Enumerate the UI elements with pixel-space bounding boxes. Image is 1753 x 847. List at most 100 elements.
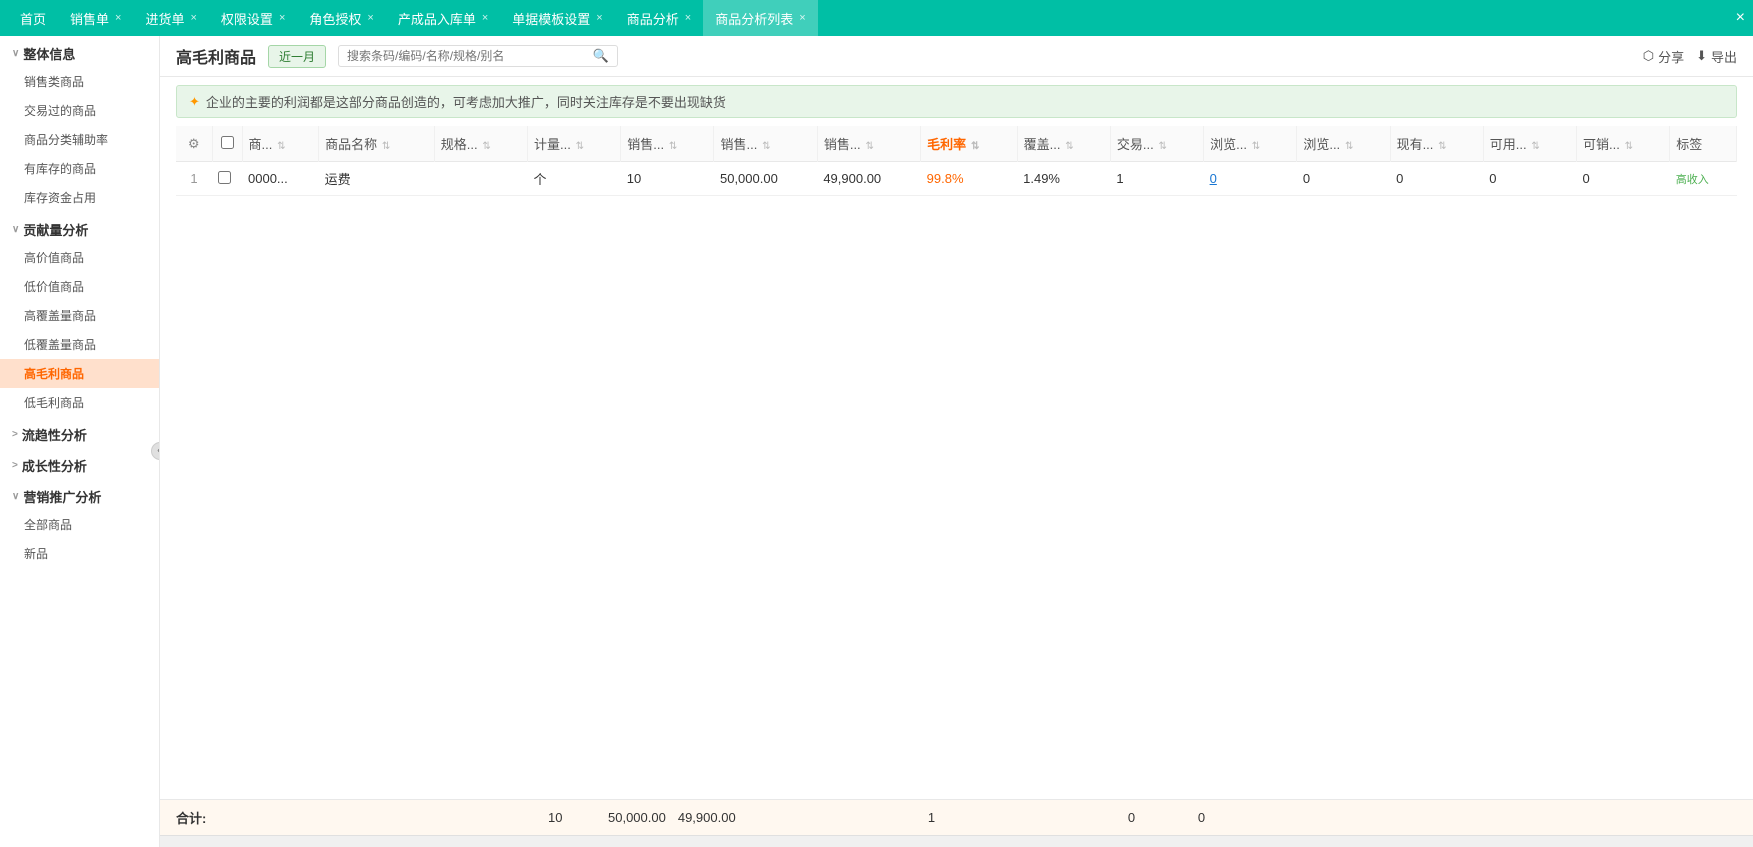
search-input[interactable]	[347, 49, 589, 63]
filter-recent-month-button[interactable]: 近一月	[268, 45, 326, 68]
close-tab-icon[interactable]: ×	[482, 12, 488, 24]
column-header-8[interactable]: 销售... ⇅	[817, 126, 920, 162]
close-tab-icon[interactable]: ×	[799, 12, 805, 24]
sales-qty: 10	[621, 162, 714, 196]
share-icon: ⬡	[1643, 48, 1654, 64]
sidebar-item-商品分类辅助率[interactable]: 商品分类辅助率	[0, 125, 159, 154]
sidebar-section-label: 营销推广分析	[23, 487, 101, 506]
column-header-1	[212, 126, 242, 162]
sidebar-section-流趋性分析[interactable]: >流趋性分析	[0, 417, 159, 448]
column-header-10[interactable]: 覆盖... ⇅	[1017, 126, 1110, 162]
sidebar-item-低覆盖量商品[interactable]: 低覆盖量商品	[0, 330, 159, 359]
sort-icon: ⇅	[863, 141, 874, 152]
sort-icon: ⇅	[480, 141, 491, 152]
row-checkbox-input[interactable]	[218, 171, 231, 184]
export-button[interactable]: ⬇ 导出	[1696, 47, 1737, 66]
sidebar-item-库存资金占用[interactable]: 库存资金占用	[0, 183, 159, 212]
nav-item-商品分析[interactable]: 商品分析×	[615, 0, 703, 36]
sidebar-item-全部商品[interactable]: 全部商品	[0, 510, 159, 539]
column-header-5[interactable]: 计量... ⇅	[528, 126, 621, 162]
sidebar-item-销售类商品[interactable]: 销售类商品	[0, 67, 159, 96]
sort-icon: ⇅	[759, 141, 770, 152]
footer-cell-7: 49,900.00	[672, 810, 762, 825]
table-container: ⚙商... ⇅商品名称 ⇅规格... ⇅计量... ⇅销售... ⇅销售... …	[160, 126, 1753, 799]
close-all-tabs[interactable]: ×	[1736, 9, 1745, 27]
product-spec	[434, 162, 527, 196]
nav-item-商品分析列表[interactable]: 商品分析列表×	[703, 0, 817, 36]
footer-cell-14: 0	[1192, 810, 1262, 825]
chevron-icon: >	[12, 460, 18, 471]
sidebar-section-整体信息[interactable]: ∨整体信息	[0, 36, 159, 67]
column-header-14[interactable]: 现有... ⇅	[1390, 126, 1483, 162]
sidebar-item-低毛利商品[interactable]: 低毛利商品	[0, 388, 159, 417]
footer-cell-11	[992, 810, 1052, 825]
column-header-12[interactable]: 浏览... ⇅	[1204, 126, 1297, 162]
column-header-9[interactable]: 毛利率 ⇅	[921, 126, 1017, 162]
column-header-11[interactable]: 交易... ⇅	[1110, 126, 1203, 162]
nav-item-产成品入库单[interactable]: 产成品入库单×	[386, 0, 500, 36]
sidebar-item-交易过的商品[interactable]: 交易过的商品	[0, 96, 159, 125]
total-label: 合计:	[176, 808, 256, 827]
footer-cell-6: 50,000.00	[602, 810, 672, 825]
product-code: 0000...	[242, 162, 319, 196]
close-tab-icon[interactable]: ×	[596, 12, 602, 24]
sort-icon: ⇅	[666, 141, 677, 152]
product-name: 运费	[319, 162, 435, 196]
sidebar-collapse-button[interactable]: «	[151, 442, 160, 460]
footer-cell-8	[762, 810, 852, 825]
nav-item-销售单[interactable]: 销售单×	[58, 0, 133, 36]
column-header-3[interactable]: 商品名称 ⇅	[319, 126, 435, 162]
footer-cell-2	[322, 810, 382, 825]
column-header-13[interactable]: 浏览... ⇅	[1297, 126, 1390, 162]
sidebar-section-label: 整体信息	[23, 44, 75, 63]
column-header-16[interactable]: 可销... ⇅	[1577, 126, 1670, 162]
total-cells: 1050,000.0049,900.00100	[256, 810, 1737, 825]
sidebar-section-营销推广分析[interactable]: ∨ 营销推广分析	[0, 479, 159, 510]
column-header-15[interactable]: 可用... ⇅	[1483, 126, 1576, 162]
sidebar-item-有库存的商品[interactable]: 有库存的商品	[0, 154, 159, 183]
gross-rate: 99.8%	[921, 162, 1017, 196]
close-tab-icon[interactable]: ×	[367, 12, 373, 24]
nav-item-单据模板设置[interactable]: 单据模板设置×	[500, 0, 614, 36]
column-header-6[interactable]: 销售... ⇅	[621, 126, 714, 162]
sidebar-item-高价值商品[interactable]: 高价值商品	[0, 243, 159, 272]
column-header-7[interactable]: 销售... ⇅	[714, 126, 817, 162]
sidebar-item-高覆盖量商品[interactable]: 高覆盖量商品	[0, 301, 159, 330]
search-icon[interactable]: 🔍	[593, 48, 609, 64]
chevron-icon: ∨	[12, 491, 19, 502]
sidebar-item-低价值商品[interactable]: 低价值商品	[0, 272, 159, 301]
footer-total: 合计: 1050,000.0049,900.00100	[160, 799, 1753, 835]
column-header-4[interactable]: 规格... ⇅	[434, 126, 527, 162]
nav-item-首页[interactable]: 首页	[8, 0, 58, 36]
column-header-17: 标签	[1670, 126, 1737, 162]
sidebar-section-贡献量分析[interactable]: ∨贡献量分析	[0, 212, 159, 243]
horizontal-scrollbar[interactable]	[160, 835, 1753, 847]
content-area: 高毛利商品 近一月 🔍 ⬡ 分享 ⬇ 导出 ✦ 企业的主要的利润都是这部分商品创…	[160, 36, 1753, 847]
footer-cell-13: 0	[1122, 810, 1192, 825]
close-tab-icon[interactable]: ×	[279, 12, 285, 24]
sort-icon: ⇅	[1156, 141, 1167, 152]
footer-cell-3	[382, 810, 482, 825]
row-checkbox[interactable]	[212, 162, 242, 196]
sidebar-section-label: 贡献量分析	[23, 220, 88, 239]
nav-item-进货单[interactable]: 进货单×	[133, 0, 208, 36]
column-header-2[interactable]: 商... ⇅	[242, 126, 319, 162]
sidebar-item-高毛利商品[interactable]: 高毛利商品	[0, 359, 159, 388]
browse-count1[interactable]: 0	[1204, 162, 1297, 196]
select-all-checkbox[interactable]	[221, 136, 234, 149]
sidebar-item-新品[interactable]: 新品	[0, 539, 159, 568]
close-tab-icon[interactable]: ×	[115, 12, 121, 24]
footer-cell-10: 1	[922, 810, 992, 825]
close-tab-icon[interactable]: ×	[190, 12, 196, 24]
sidebar-section-成长性分析[interactable]: >成长性分析	[0, 448, 159, 479]
nav-item-角色授权[interactable]: 角色授权×	[297, 0, 385, 36]
info-banner: ✦ 企业的主要的利润都是这部分商品创造的，可考虑加大推广，同时关注库存是不要出现…	[176, 85, 1737, 118]
settings-column-header[interactable]: ⚙	[176, 126, 212, 162]
footer-cell-12	[1052, 810, 1122, 825]
transaction-count: 1	[1110, 162, 1203, 196]
current-stock: 0	[1390, 162, 1483, 196]
share-button[interactable]: ⬡ 分享	[1643, 47, 1684, 66]
nav-item-权限设置[interactable]: 权限设置×	[209, 0, 297, 36]
close-tab-icon[interactable]: ×	[685, 12, 691, 24]
sort-icon: ⇅	[1249, 141, 1260, 152]
